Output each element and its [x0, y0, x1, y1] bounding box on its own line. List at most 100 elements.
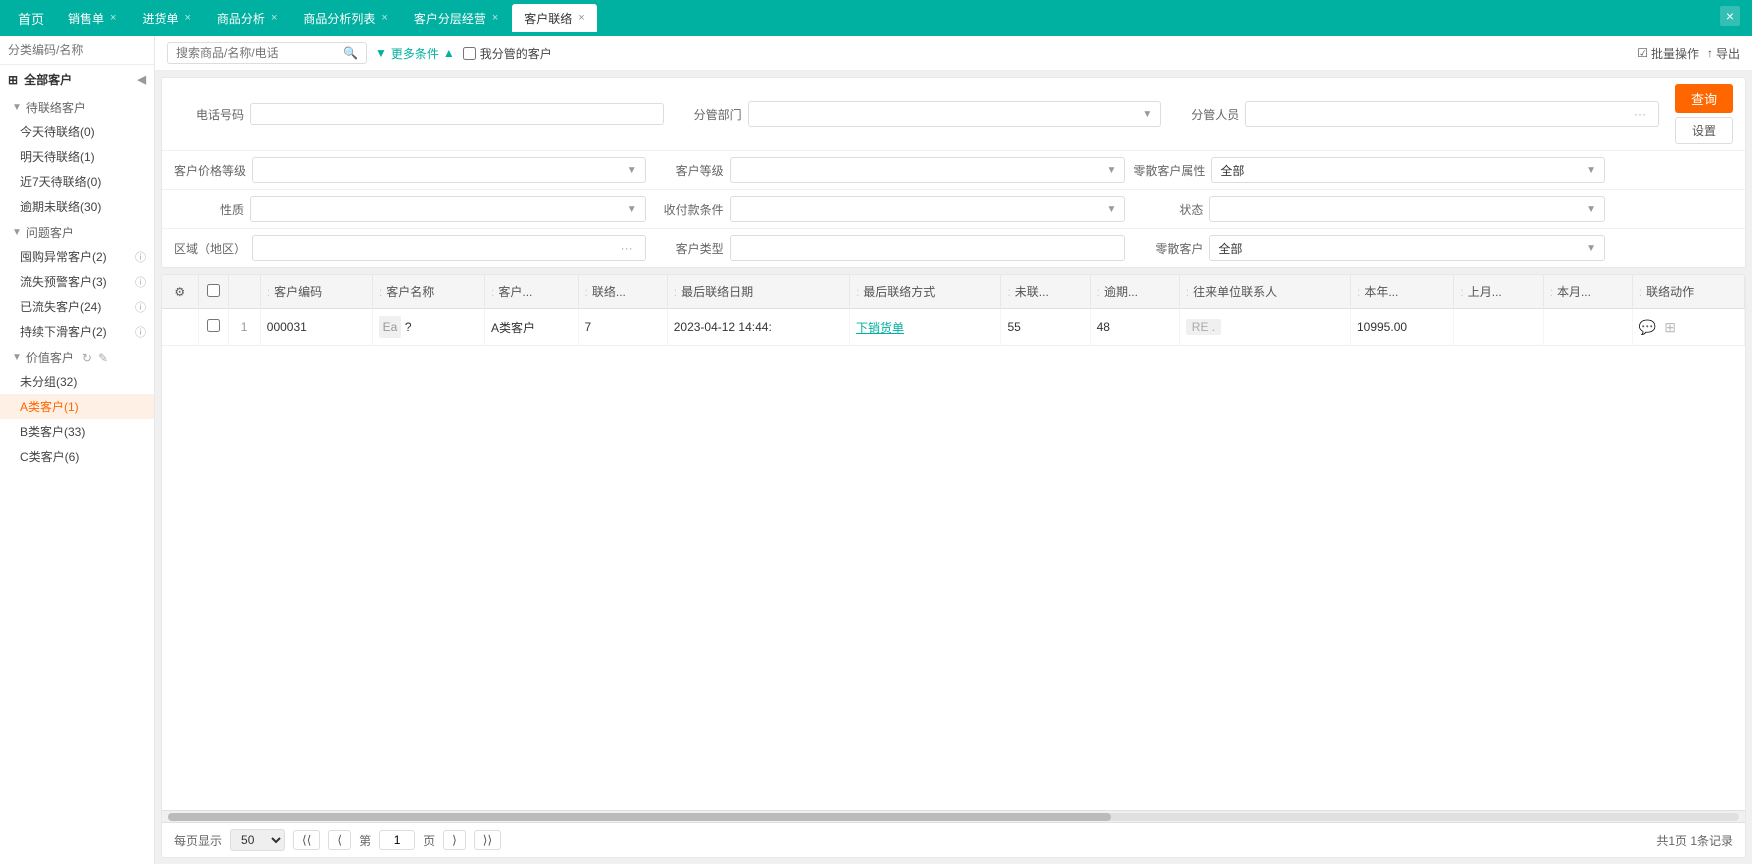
sidebar-item-7days[interactable]: 近7天待联络(0): [0, 169, 154, 194]
sidebar-item-churn-warn[interactable]: 流失预警客户(3) ⓘ: [0, 269, 154, 294]
region-label: 区域（地区）: [174, 240, 246, 257]
sidebar: 🔍 ⊞ 全部客户 ◀ ▼ 待联络客户 今天待联络(0) 明天待联络(1) 近7天…: [0, 36, 155, 864]
th-no-contact[interactable]: :未联...: [1001, 275, 1090, 309]
per-page-select[interactable]: 50 100 200: [230, 829, 285, 851]
phone-field: 电话号码: [174, 103, 664, 125]
th-check[interactable]: [198, 275, 228, 309]
next-page-btn[interactable]: ⟩: [443, 830, 466, 850]
last-contact-type-link[interactable]: 下销货单: [856, 321, 904, 335]
nature-select[interactable]: ▼: [250, 196, 646, 222]
scrollbar-thumb[interactable]: [168, 813, 1111, 821]
th-action[interactable]: :联络动作: [1632, 275, 1744, 309]
sidebar-item-tomorrow[interactable]: 明天待联络(1): [0, 144, 154, 169]
row-last-type[interactable]: 下销货单: [849, 309, 1001, 346]
advanced-filter: 电话号码 分管部门 ▼ 分管人员 ··· 查询 设置: [161, 77, 1746, 268]
th-contact[interactable]: :联络...: [578, 275, 667, 309]
th-unit-contact[interactable]: :往来单位联系人: [1179, 275, 1350, 309]
horizontal-scrollbar[interactable]: [162, 810, 1745, 822]
sidebar-item-today[interactable]: 今天待联络(0): [0, 119, 154, 144]
close-tab-purchase[interactable]: ×: [184, 12, 190, 24]
sidebar-item-class-c[interactable]: C类客户(6): [0, 444, 154, 469]
row-last-date: 2023-04-12 14:44:: [667, 309, 849, 346]
grid-action-icon[interactable]: ⊞: [1664, 319, 1676, 336]
dept-label: 分管部门: [672, 106, 742, 123]
close-tab-customer-contact[interactable]: ×: [578, 12, 584, 24]
sidebar-item-declining[interactable]: 持续下滑客户(2) ⓘ: [0, 319, 154, 344]
sidebar-item-no-group[interactable]: 未分组(32): [0, 369, 154, 394]
nav-tab-analysis[interactable]: 商品分析 ×: [205, 4, 289, 32]
nav-tab-sales[interactable]: 销售单 ×: [56, 4, 128, 32]
th-this-year[interactable]: :本年...: [1350, 275, 1453, 309]
customer-level-select[interactable]: ▼: [730, 157, 1126, 183]
refresh-icon[interactable]: ↻: [82, 351, 92, 365]
nav-tab-purchase[interactable]: 进货单 ×: [130, 4, 202, 32]
row-gear: [162, 309, 198, 346]
export-btn[interactable]: ↑ 导出: [1707, 45, 1740, 62]
dept-select[interactable]: ▼: [748, 101, 1162, 127]
retail-attr-select[interactable]: 全部 ▼: [1211, 157, 1605, 183]
prev-page-btn[interactable]: ⟨: [328, 830, 351, 850]
nav-tab-customer-tier[interactable]: 客户分层经营 ×: [402, 4, 510, 32]
select-all-checkbox[interactable]: [207, 284, 220, 297]
customer-type-select[interactable]: [730, 235, 1126, 261]
sidebar-item-churned[interactable]: 已流失客户(24) ⓘ: [0, 294, 154, 319]
chat-icon[interactable]: 💬: [1639, 319, 1656, 336]
retail-customer-select[interactable]: 全部 ▼: [1209, 235, 1605, 261]
nav-home[interactable]: 首页: [8, 9, 54, 28]
group-value-customers[interactable]: ▼ 价值客户 ↻ ✎: [0, 344, 154, 369]
status-field: 状态 ▼: [1133, 196, 1605, 222]
payment-select[interactable]: ▼: [730, 196, 1126, 222]
filter-search-icon[interactable]: 🔍: [343, 46, 358, 60]
more-conditions-btn[interactable]: ▼ 更多条件 ▲: [375, 45, 455, 62]
th-type[interactable]: :客户...: [485, 275, 579, 309]
all-customers-header[interactable]: ⊞ 全部客户 ◀: [0, 65, 154, 94]
group-pending-contact[interactable]: ▼ 待联络客户: [0, 94, 154, 119]
person-dots: ···: [1634, 107, 1646, 121]
sidebar-item-abnormal[interactable]: 囤购异常客户(2) ⓘ: [0, 244, 154, 269]
row-check[interactable]: [198, 309, 228, 346]
close-tab-analysis[interactable]: ×: [271, 12, 277, 24]
sidebar-search-input[interactable]: [8, 43, 155, 57]
close-tab-customer-tier[interactable]: ×: [492, 12, 498, 24]
region-select[interactable]: ···: [252, 235, 646, 261]
batch-ops-btn[interactable]: ☑ 批量操作: [1637, 45, 1699, 62]
query-button[interactable]: 查询: [1675, 84, 1733, 113]
th-code[interactable]: :客户编码: [260, 275, 372, 309]
page-number-input[interactable]: [379, 830, 415, 850]
payment-field: 收付款条件 ▼: [654, 196, 1126, 222]
close-tab-sales[interactable]: ×: [110, 12, 116, 24]
sidebar-item-class-a[interactable]: A类客户(1): [0, 394, 154, 419]
th-last-date[interactable]: :最后联络日期: [667, 275, 849, 309]
customer-type-field: 客户类型: [654, 235, 1126, 261]
collapse-sidebar-icon[interactable]: ◀: [138, 73, 146, 86]
close-tab-analysis-list[interactable]: ×: [381, 12, 387, 24]
setting-button[interactable]: 设置: [1675, 117, 1733, 144]
status-arrow: ▼: [1586, 204, 1596, 215]
price-level-select[interactable]: ▼: [252, 157, 646, 183]
first-page-btn[interactable]: ⟨⟨: [293, 830, 320, 850]
th-overdue[interactable]: :逾期...: [1090, 275, 1179, 309]
row-this-year: 10995.00: [1350, 309, 1453, 346]
th-name[interactable]: :客户名称: [372, 275, 484, 309]
last-page-btn[interactable]: ⟩⟩: [474, 830, 501, 850]
row-checkbox[interactable]: [207, 319, 220, 332]
person-select[interactable]: ···: [1245, 101, 1659, 127]
th-gear[interactable]: ⚙: [162, 275, 198, 309]
my-customers-checkbox[interactable]: [463, 47, 476, 60]
nav-tab-customer-contact[interactable]: 客户联络 ×: [512, 4, 596, 32]
sidebar-item-overdue[interactable]: 逾期未联络(30): [0, 194, 154, 219]
retail-customer-field: 零散客户 全部 ▼: [1133, 235, 1605, 261]
phone-input[interactable]: [250, 103, 664, 125]
top-close-button[interactable]: ×: [1720, 6, 1740, 26]
edit-group-icon[interactable]: ✎: [98, 351, 108, 365]
export-icon: ↑: [1707, 46, 1713, 60]
table-wrapper[interactable]: ⚙ :客户编码 :客户名称 :客户... :联络... :最后联络日期 :最后联…: [162, 275, 1745, 810]
filter-search-input[interactable]: [176, 46, 337, 60]
th-this-month[interactable]: :本月...: [1543, 275, 1632, 309]
th-last-type[interactable]: :最后联络方式: [849, 275, 1001, 309]
sidebar-item-class-b[interactable]: B类客户(33): [0, 419, 154, 444]
group-problem-customers[interactable]: ▼ 问题客户: [0, 219, 154, 244]
status-select[interactable]: ▼: [1209, 196, 1605, 222]
th-last-month[interactable]: :上月...: [1454, 275, 1543, 309]
nav-tab-analysis-list[interactable]: 商品分析列表 ×: [291, 4, 399, 32]
